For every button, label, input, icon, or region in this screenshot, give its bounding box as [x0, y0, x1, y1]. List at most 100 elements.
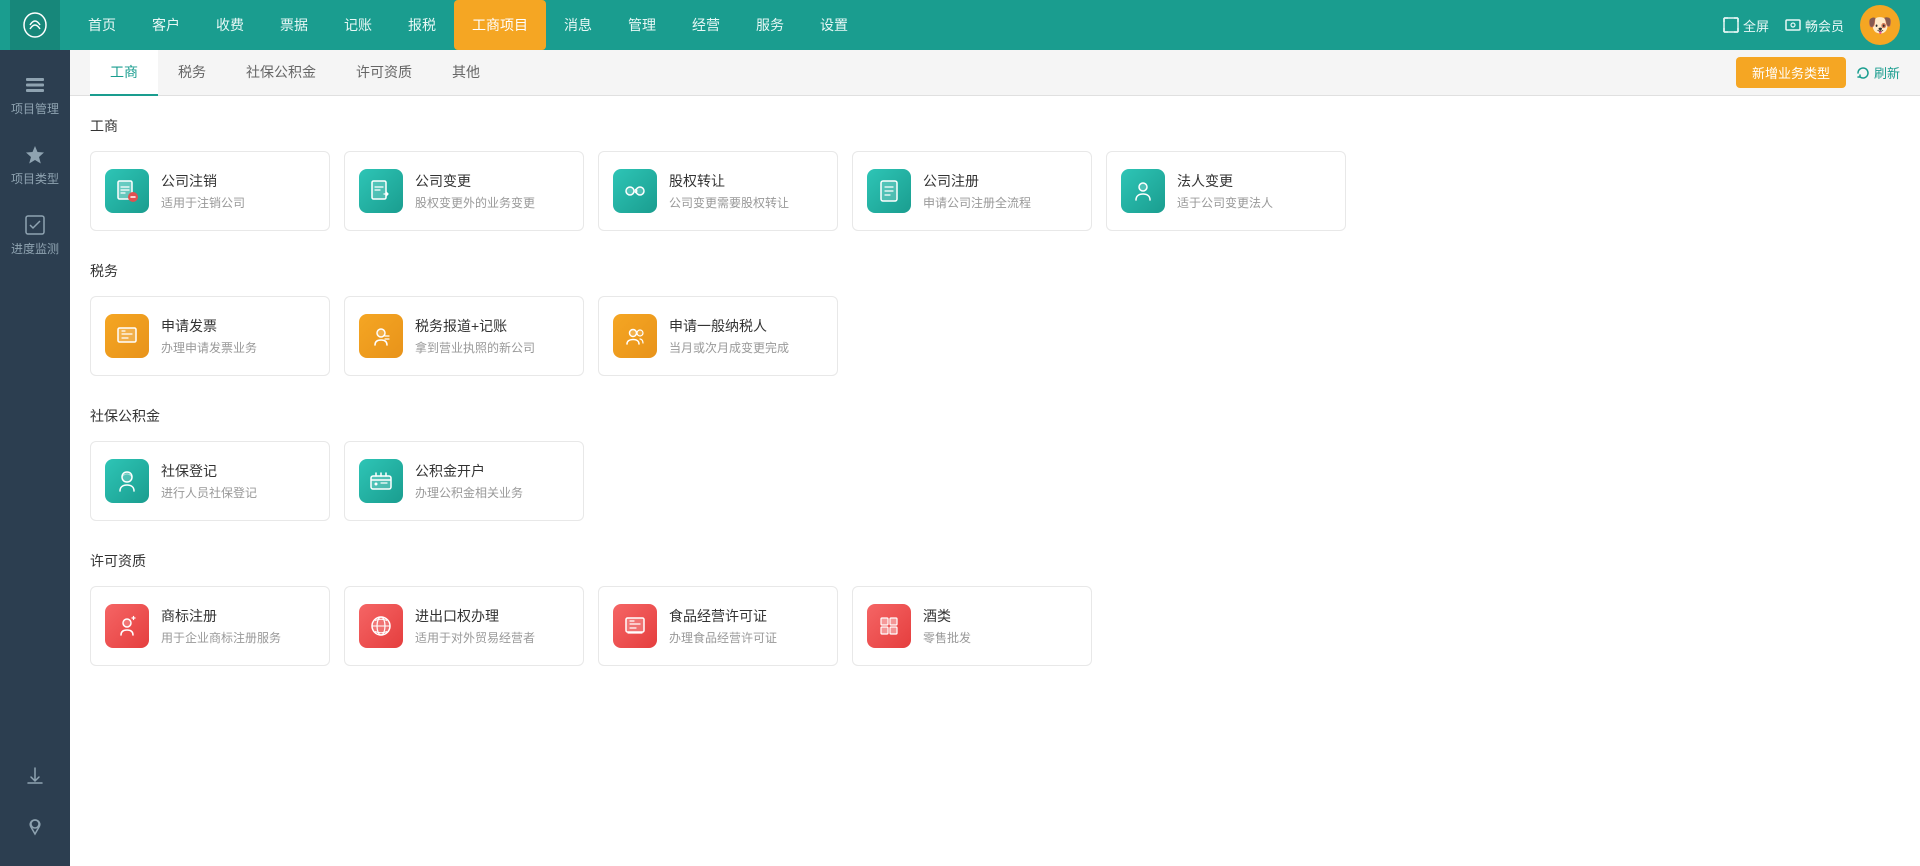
card-text-company-change: 公司变更 股权变更外的业务变更 — [415, 171, 535, 211]
tab-bar-right: 新增业务类型 刷新 — [1736, 57, 1900, 88]
tab-social-insurance[interactable]: 社保公积金 — [226, 50, 336, 96]
tab-license[interactable]: 许可资质 — [336, 50, 432, 96]
vip-button[interactable]: 畅会员 — [1785, 16, 1844, 35]
card-title-import-export: 进出口权办理 — [415, 606, 535, 626]
card-icon-food-license — [613, 604, 657, 648]
fullscreen-button[interactable]: 全屏 — [1723, 16, 1769, 35]
card-liquor[interactable]: 酒类 零售批发 — [852, 586, 1092, 666]
card-title-company-register: 公司注册 — [923, 171, 1031, 191]
sidebar-item-progress[interactable]: 进度监测 — [0, 200, 70, 270]
card-desc-food-license: 办理食品经营许可证 — [669, 629, 777, 646]
nav-customer[interactable]: 客户 — [134, 0, 198, 50]
tab-bar: 工商 税务 社保公积金 许可资质 其他 新增业务类型 刷新 — [70, 50, 1920, 96]
section-title-license: 许可资质 — [90, 551, 1900, 571]
card-icon-apply-invoice — [105, 314, 149, 358]
card-text-equity-transfer: 股权转让 公司变更需要股权转让 — [669, 171, 789, 211]
card-title-fund-open: 公积金开户 — [415, 461, 523, 481]
section-title-business: 工商 — [90, 116, 1900, 136]
card-fund-open[interactable]: 公积金开户 办理公积金相关业务 — [344, 441, 584, 521]
card-desc-company-change: 股权变更外的业务变更 — [415, 194, 535, 211]
sidebar: 项目管理 项目类型 进度监测 — [0, 50, 70, 866]
top-nav: 首页 客户 收费 票据 记账 报税 工商项目 消息 管理 经营 服务 设置 全屏 — [0, 0, 1920, 50]
card-legal-change[interactable]: 法人变更 适于公司变更法人 — [1106, 151, 1346, 231]
logo — [10, 0, 60, 50]
card-icon-tax-report — [359, 314, 403, 358]
card-title-company-change: 公司变更 — [415, 171, 535, 191]
card-company-change[interactable]: 公司变更 股权变更外的业务变更 — [344, 151, 584, 231]
tab-business[interactable]: 工商 — [90, 50, 158, 96]
card-desc-trademark: 用于企业商标注册服务 — [161, 629, 281, 646]
sidebar-item-project-manage[interactable]: 项目管理 — [0, 60, 70, 130]
card-desc-liquor: 零售批发 — [923, 629, 971, 646]
card-desc-import-export: 适用于对外贸易经营者 — [415, 629, 535, 646]
card-trademark[interactable]: 商标注册 用于企业商标注册服务 — [90, 586, 330, 666]
card-text-food-license: 食品经营许可证 办理食品经营许可证 — [669, 606, 777, 646]
card-icon-general-taxpayer — [613, 314, 657, 358]
sidebar-label-project-manage: 项目管理 — [11, 100, 59, 117]
card-desc-general-taxpayer: 当月或次月成变更完成 — [669, 339, 789, 356]
card-import-export[interactable]: 进出口权办理 适用于对外贸易经营者 — [344, 586, 584, 666]
section-title-tax: 税务 — [90, 261, 1900, 281]
card-title-company-cancel: 公司注销 — [161, 171, 245, 191]
nav-tax[interactable]: 报税 — [390, 0, 454, 50]
card-title-tax-report: 税务报道+记账 — [415, 316, 535, 336]
card-title-food-license: 食品经营许可证 — [669, 606, 777, 626]
sidebar-item-project-type[interactable]: 项目类型 — [0, 130, 70, 200]
mascot-avatar: 🐶 — [1860, 5, 1900, 45]
card-icon-import-export — [359, 604, 403, 648]
card-food-license[interactable]: 食品经营许可证 办理食品经营许可证 — [598, 586, 838, 666]
main-layout: 项目管理 项目类型 进度监测 — [0, 50, 1920, 866]
card-text-trademark: 商标注册 用于企业商标注册服务 — [161, 606, 281, 646]
card-text-company-register: 公司注册 申请公司注册全流程 — [923, 171, 1031, 211]
sidebar-label-project-type: 项目类型 — [11, 170, 59, 187]
nav-fee[interactable]: 收费 — [198, 0, 262, 50]
top-nav-right: 全屏 畅会员 🐶 — [1723, 5, 1910, 45]
card-text-import-export: 进出口权办理 适用于对外贸易经营者 — [415, 606, 535, 646]
location-icon-btn[interactable] — [15, 806, 55, 846]
card-tax-report[interactable]: 税务报道+记账 拿到营业执照的新公司 — [344, 296, 584, 376]
card-general-taxpayer[interactable]: 申请一般纳税人 当月或次月成变更完成 — [598, 296, 838, 376]
nav-items: 首页 客户 收费 票据 记账 报税 工商项目 消息 管理 经营 服务 设置 — [60, 0, 1723, 50]
card-icon-trademark — [105, 604, 149, 648]
card-desc-legal-change: 适于公司变更法人 — [1177, 194, 1273, 211]
nav-bill[interactable]: 票据 — [262, 0, 326, 50]
card-apply-invoice[interactable]: 申请发票 办理申请发票业务 — [90, 296, 330, 376]
sidebar-label-progress: 进度监测 — [11, 240, 59, 257]
card-desc-equity-transfer: 公司变更需要股权转让 — [669, 194, 789, 211]
card-desc-fund-open: 办理公积金相关业务 — [415, 484, 523, 501]
nav-operation[interactable]: 经营 — [674, 0, 738, 50]
card-social-register[interactable]: 社保登记 进行人员社保登记 — [90, 441, 330, 521]
tab-other[interactable]: 其他 — [432, 50, 500, 96]
card-text-general-taxpayer: 申请一般纳税人 当月或次月成变更完成 — [669, 316, 789, 356]
license-cards-grid: 商标注册 用于企业商标注册服务 进出口权办理 — [90, 586, 1900, 666]
card-icon-legal-change — [1121, 169, 1165, 213]
card-desc-apply-invoice: 办理申请发票业务 — [161, 339, 257, 356]
card-title-trademark: 商标注册 — [161, 606, 281, 626]
card-text-company-cancel: 公司注销 适用于注销公司 — [161, 171, 245, 211]
vip-label: 畅会员 — [1805, 16, 1844, 35]
nav-message[interactable]: 消息 — [546, 0, 610, 50]
nav-service[interactable]: 服务 — [738, 0, 802, 50]
card-desc-company-register: 申请公司注册全流程 — [923, 194, 1031, 211]
new-type-button[interactable]: 新增业务类型 — [1736, 57, 1846, 88]
card-equity-transfer[interactable]: 股权转让 公司变更需要股权转让 — [598, 151, 838, 231]
nav-manage[interactable]: 管理 — [610, 0, 674, 50]
card-company-register[interactable]: 公司注册 申请公司注册全流程 — [852, 151, 1092, 231]
card-title-general-taxpayer: 申请一般纳税人 — [669, 316, 789, 336]
nav-accounting[interactable]: 记账 — [326, 0, 390, 50]
nav-settings[interactable]: 设置 — [802, 0, 866, 50]
page-content: 工商 公司注销 适用于注销公司 — [70, 96, 1920, 866]
refresh-label: 刷新 — [1874, 63, 1900, 82]
card-text-fund-open: 公积金开户 办理公积金相关业务 — [415, 461, 523, 501]
refresh-button[interactable]: 刷新 — [1856, 63, 1900, 82]
download-icon-btn[interactable] — [15, 756, 55, 796]
social-cards-grid: 社保登记 进行人员社保登记 — [90, 441, 1900, 521]
fullscreen-label: 全屏 — [1743, 16, 1769, 35]
tab-tax[interactable]: 税务 — [158, 50, 226, 96]
content-area: 工商 税务 社保公积金 许可资质 其他 新增业务类型 刷新 工商 — [70, 50, 1920, 866]
card-company-cancel[interactable]: 公司注销 适用于注销公司 — [90, 151, 330, 231]
card-text-social-register: 社保登记 进行人员社保登记 — [161, 461, 257, 501]
nav-business[interactable]: 工商项目 — [454, 0, 546, 50]
nav-home[interactable]: 首页 — [70, 0, 134, 50]
card-desc-social-register: 进行人员社保登记 — [161, 484, 257, 501]
